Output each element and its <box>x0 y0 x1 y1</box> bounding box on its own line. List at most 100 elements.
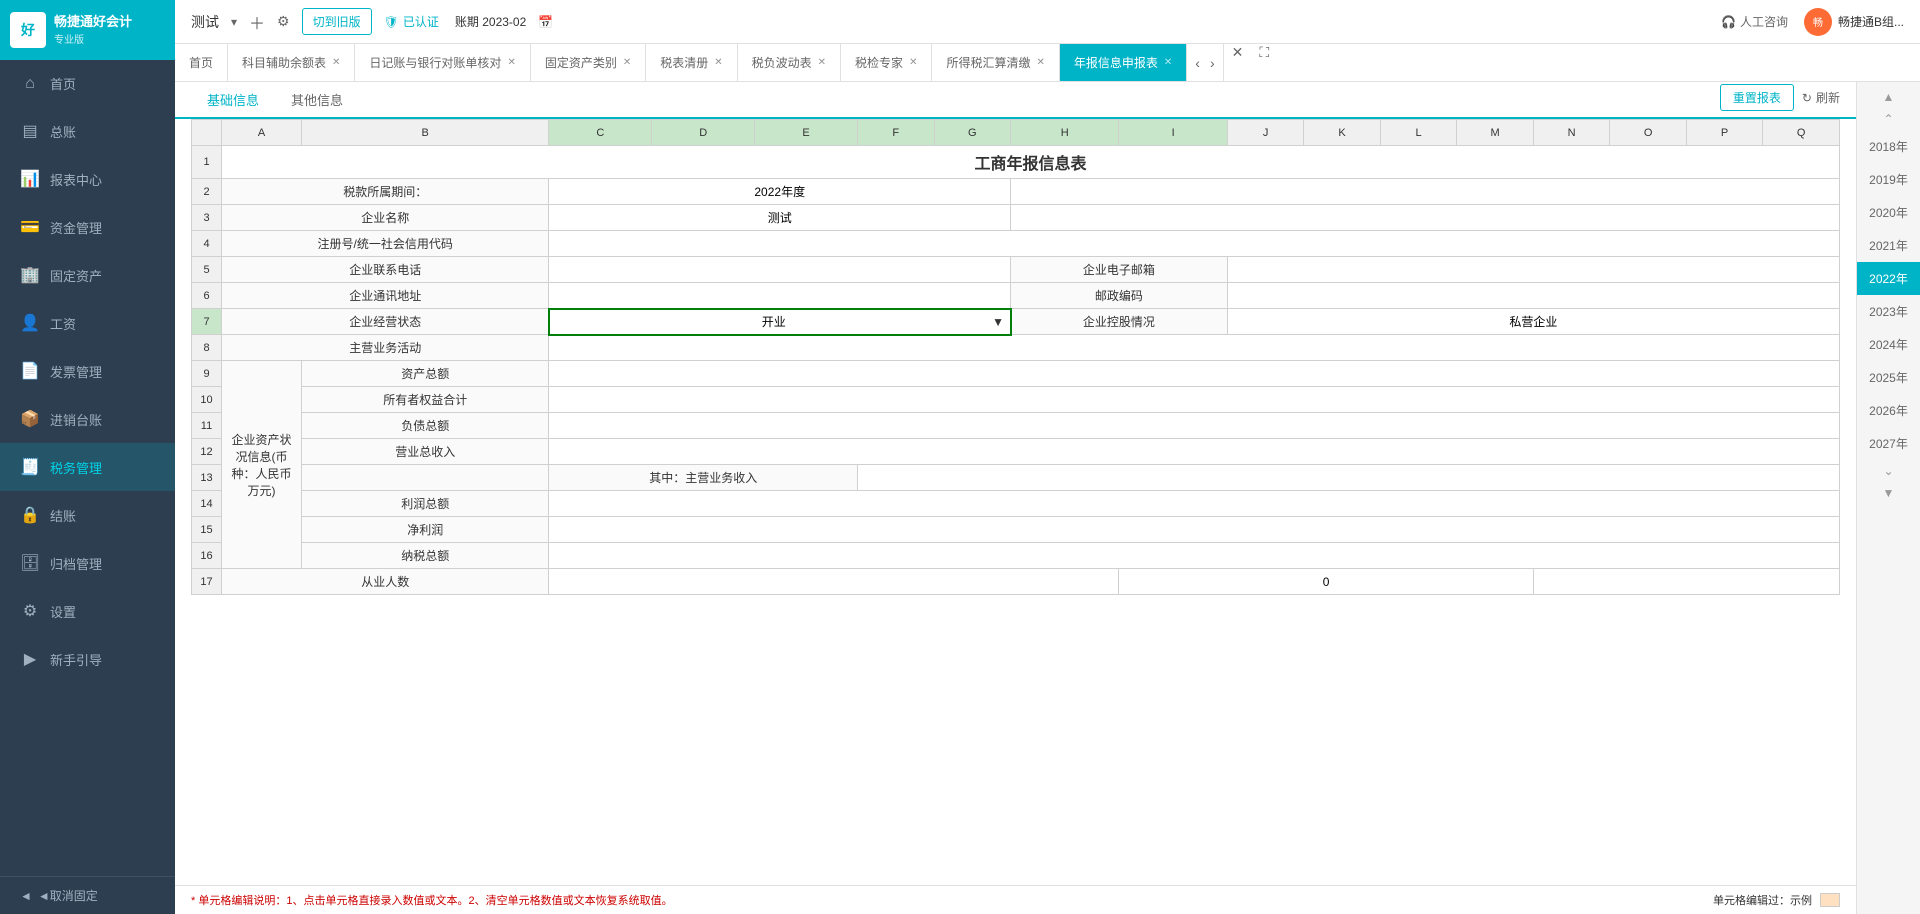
tab-close-icon[interactable]: ✕ <box>1036 57 1044 68</box>
tab-taxclear[interactable]: 税表清册✕ <box>646 44 737 81</box>
add-company-icon[interactable]: ＋ <box>249 10 265 34</box>
company-name-label: 企业名称 <box>222 205 549 231</box>
refresh-button[interactable]: ↻ 刷新 <box>1802 89 1840 106</box>
net-profit-value[interactable] <box>549 517 1840 543</box>
reset-report-button[interactable]: 重置报表 <box>1720 84 1794 111</box>
sidebar-item-settings[interactable]: ⚙设置 <box>0 587 175 635</box>
tab-assets[interactable]: 固定资产类别✕ <box>531 44 646 81</box>
col-header-h[interactable]: H <box>1011 120 1119 146</box>
spreadsheet-container[interactable]: A B C D E F G H I J K L M <box>175 119 1856 885</box>
tab-income[interactable]: 所得税汇算清缴✕ <box>932 44 1059 81</box>
sidebar-item-ledger[interactable]: ▤总账 <box>0 107 175 155</box>
tab-expand-icon[interactable]: ✕ <box>1224 44 1252 81</box>
year-down-icon[interactable]: ⌄ <box>1879 460 1897 482</box>
email-value[interactable] <box>1227 257 1839 283</box>
tab-close-icon[interactable]: ✕ <box>714 57 722 68</box>
col-header-n[interactable]: N <box>1533 120 1610 146</box>
main-business-value[interactable] <box>549 335 1840 361</box>
year-scroll-up-icon[interactable]: ▲ <box>1879 86 1899 108</box>
col-header-m[interactable]: M <box>1457 120 1534 146</box>
year-up-icon[interactable]: ⌃ <box>1879 108 1897 130</box>
year-item-2023[interactable]: 2023年 <box>1857 295 1920 328</box>
year-item-2020[interactable]: 2020年 <box>1857 196 1920 229</box>
col-header-o[interactable]: O <box>1610 120 1687 146</box>
year-item-2022[interactable]: 2022年 <box>1857 262 1920 295</box>
calendar-icon[interactable]: 📅 <box>538 15 553 29</box>
tab-taxfluc[interactable]: 税负波动表✕ <box>738 44 841 81</box>
total-revenue-value[interactable] <box>549 439 1840 465</box>
tab-close-icon[interactable]: ✕ <box>909 57 917 68</box>
tab-bank[interactable]: 日记账与银行对账单核对✕ <box>355 44 530 81</box>
sidebar-item-archive[interactable]: 🗄归档管理 <box>0 539 175 587</box>
sidebar-item-invoices[interactable]: 📄发票管理 <box>0 347 175 395</box>
col-header-f[interactable]: F <box>858 120 935 146</box>
sidebar-item-assets[interactable]: 🏢固定资产 <box>0 251 175 299</box>
shareholding-value[interactable]: 私营企业 <box>1227 309 1839 335</box>
tab-close-icon[interactable]: ✕ <box>623 57 631 68</box>
tab-taxcheck[interactable]: 税检专家✕ <box>841 44 932 81</box>
user-menu[interactable]: 畅 畅捷通B组... <box>1804 8 1904 36</box>
col-header-p[interactable]: P <box>1686 120 1763 146</box>
status-dropdown-cell[interactable]: 开业 ▼ <box>549 309 1011 335</box>
sidebar-collapse-btn[interactable]: ◄ ◄取消固定 <box>0 876 175 914</box>
col-header-d[interactable]: D <box>652 120 755 146</box>
sub-tab-other[interactable]: 其他信息 <box>275 82 359 119</box>
year-item-2026[interactable]: 2026年 <box>1857 394 1920 427</box>
tab-close-icon[interactable]: ✕ <box>507 57 515 68</box>
year-item-2019[interactable]: 2019年 <box>1857 163 1920 196</box>
sidebar-item-tax[interactable]: 🧾税务管理 <box>0 443 175 491</box>
col-header-e[interactable]: E <box>755 120 858 146</box>
total-profit-value[interactable] <box>549 491 1840 517</box>
col-header-b[interactable]: B <box>302 120 549 146</box>
col-header-g[interactable]: G <box>934 120 1011 146</box>
sidebar-item-wages[interactable]: 👤工资 <box>0 299 175 347</box>
main-revenue-value[interactable] <box>858 465 1840 491</box>
tab-annual[interactable]: 年报信息申报表✕ <box>1060 44 1187 81</box>
reg-no-value[interactable] <box>549 231 1840 257</box>
total-debt-value[interactable] <box>549 413 1840 439</box>
year-scroll-down-icon[interactable]: ▼ <box>1879 482 1899 504</box>
sidebar-item-home[interactable]: ⌂首页 <box>0 60 175 107</box>
switch-old-version-button[interactable]: 切到旧版 <box>302 8 372 35</box>
tab-prev-icon[interactable]: ‹ <box>1191 55 1204 71</box>
year-item-2024[interactable]: 2024年 <box>1857 328 1920 361</box>
tab-home[interactable]: 首页 <box>175 44 228 81</box>
dropdown-arrow-icon[interactable]: ▾ <box>231 15 237 29</box>
col-header-a[interactable]: A <box>222 120 302 146</box>
col-header-c[interactable]: C <box>549 120 652 146</box>
year-item-2027[interactable]: 2027年 <box>1857 427 1920 460</box>
tax-period-value[interactable]: 2022年度 <box>549 179 1011 205</box>
total-tax-value[interactable] <box>549 543 1840 569</box>
tab-fullscreen-icon[interactable]: ⛶ <box>1251 44 1277 81</box>
col-header-i[interactable]: I <box>1119 120 1227 146</box>
contact-phone-value[interactable] <box>549 257 1011 283</box>
col-header-q[interactable]: Q <box>1763 120 1840 146</box>
sidebar-item-guide[interactable]: ▶新手引导 <box>0 635 175 683</box>
tab-close-icon[interactable]: ✕ <box>818 57 826 68</box>
tab-next-icon[interactable]: › <box>1206 55 1219 71</box>
company-name-value[interactable]: 测试 <box>549 205 1011 231</box>
sidebar-item-reports[interactable]: 📊报表中心 <box>0 155 175 203</box>
equity-value[interactable] <box>549 387 1840 413</box>
table-title[interactable]: 工商年报信息表 <box>222 146 1840 179</box>
postal-code-value[interactable] <box>1227 283 1839 309</box>
customer-service-btn[interactable]: 🎧 人工咨询 <box>1721 13 1788 30</box>
col-header-j[interactable]: J <box>1227 120 1304 146</box>
employees-value[interactable] <box>549 569 1119 595</box>
total-assets-value[interactable] <box>549 361 1840 387</box>
tab-close-icon[interactable]: ✕ <box>1164 57 1172 68</box>
year-item-2025[interactable]: 2025年 <box>1857 361 1920 394</box>
sidebar-item-funds[interactable]: 💳资金管理 <box>0 203 175 251</box>
tab-close-icon[interactable]: ✕ <box>332 57 340 68</box>
address-value[interactable] <box>549 283 1011 309</box>
sub-tab-basic[interactable]: 基础信息 <box>191 82 275 119</box>
sidebar-item-close[interactable]: 🔒结账 <box>0 491 175 539</box>
year-item-2018[interactable]: 2018年 <box>1857 130 1920 163</box>
sidebar-item-inventory[interactable]: 📦进销台账 <box>0 395 175 443</box>
tab-aux[interactable]: 科目辅助余额表✕ <box>228 44 355 81</box>
settings-gear-icon[interactable]: ⚙ <box>277 13 290 30</box>
year-item-2021[interactable]: 2021年 <box>1857 229 1920 262</box>
employees-number[interactable]: 0 <box>1119 569 1533 595</box>
col-header-k[interactable]: K <box>1304 120 1381 146</box>
col-header-l[interactable]: L <box>1380 120 1457 146</box>
